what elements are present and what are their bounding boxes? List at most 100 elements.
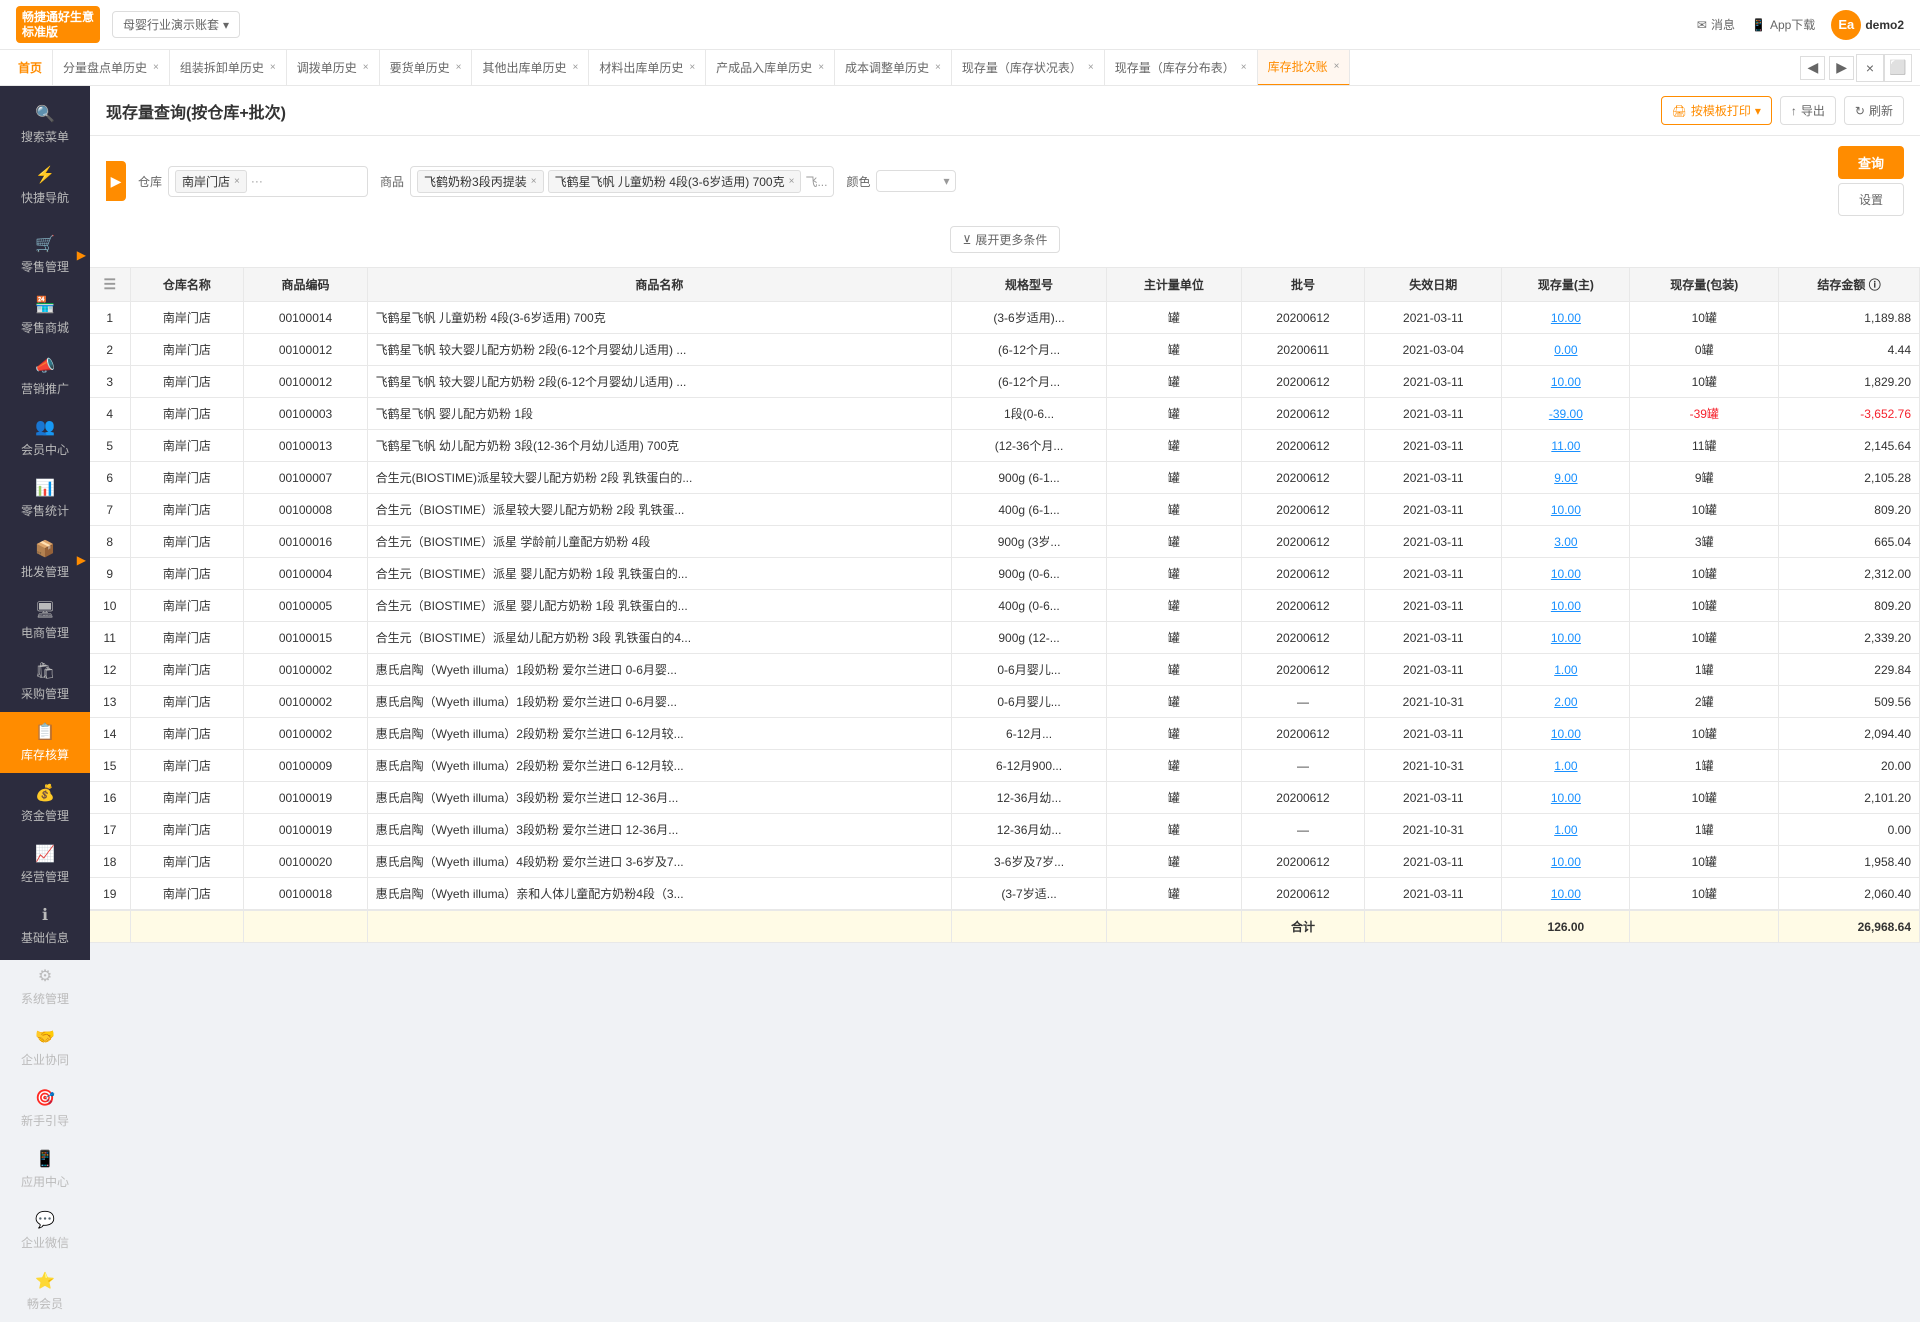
tab-close-qitaChuku[interactable]: ×: [572, 62, 578, 73]
sidebar-item-search[interactable]: 🔍 搜索菜单: [0, 94, 90, 155]
sidebar-item-marketing[interactable]: 📣 营销推广: [0, 346, 90, 407]
filter-expand-btn[interactable]: ▶: [106, 161, 126, 201]
sidebar-item-purchase[interactable]: 🛍 采购管理: [0, 651, 90, 712]
tab-cailiaoChuku[interactable]: 材料出库单历史 ×: [589, 50, 706, 86]
tab-close-fenpan[interactable]: ×: [153, 62, 159, 73]
tab-close-yaoHuo[interactable]: ×: [456, 62, 462, 73]
product-tag-2[interactable]: 飞鹤星飞帆 儿童奶粉 4段(3-6岁适用) 700克 ×: [548, 170, 802, 193]
cell-qty-main[interactable]: -39.00: [1502, 398, 1630, 430]
cell-qty-main[interactable]: 10.00: [1502, 718, 1630, 750]
sidebar-item-retail-mall[interactable]: 🏪 零售商城: [0, 285, 90, 346]
tab-xiancunKuZhuang[interactable]: 现存量（库存状况表）×: [952, 50, 1105, 86]
product-tag-1-remove[interactable]: ×: [531, 176, 537, 187]
cell-qty-main[interactable]: 10.00: [1502, 590, 1630, 622]
product-more[interactable]: 飞...: [805, 173, 827, 190]
tab-yaoHuo[interactable]: 要货单历史 ×: [380, 50, 473, 86]
sidebar-item-system[interactable]: ⚙ 系统管理: [0, 956, 90, 1017]
tab-close-cailiaoChuku[interactable]: ×: [689, 62, 695, 73]
tab-maximize-btn[interactable]: ⬜: [1884, 54, 1912, 82]
sidebar-item-wechat-work[interactable]: 💬 企业微信: [0, 1200, 90, 1261]
sidebar-item-newbie[interactable]: 🎯 新手引导: [0, 1078, 90, 1139]
sidebar-item-retail-mgmt[interactable]: 🛒 零售管理 ▶: [0, 224, 90, 285]
cell-qty-main[interactable]: 10.00: [1502, 366, 1630, 398]
app-download-btn[interactable]: 📱 App下载: [1751, 16, 1815, 33]
sidebar-item-retail-stats[interactable]: 📊 零售统计: [0, 468, 90, 529]
warehouse-more[interactable]: ···: [251, 174, 263, 188]
tab-diaoBo[interactable]: 调拨单历史 ×: [287, 50, 380, 86]
filter-area: ▶ 仓库 南岸门店 × ··· 商品: [90, 136, 1920, 268]
tab-chanChengPinRuku[interactable]: 产成品入库单历史 ×: [706, 50, 835, 86]
sidebar-item-app-center[interactable]: 📱 应用中心: [0, 1139, 90, 1200]
color-filter-select[interactable]: ▾: [876, 170, 956, 192]
sidebar-item-ecommerce[interactable]: 🖥 电商管理: [0, 590, 90, 651]
tab-home[interactable]: 首页: [8, 50, 53, 86]
tab-close-xiancunFenBu[interactable]: ×: [1241, 62, 1247, 73]
sidebar-item-basic-info[interactable]: ℹ 基础信息: [0, 895, 90, 956]
sidebar-item-vip[interactable]: ⭐ 畅会员: [0, 1261, 90, 1322]
product-tag-2-remove[interactable]: ×: [789, 176, 795, 187]
settings-btn[interactable]: 设置: [1838, 183, 1904, 216]
warehouse-tag-group[interactable]: 南岸门店 × ···: [168, 166, 368, 197]
sidebar-item-quicknav[interactable]: ⚡ 快捷导航: [0, 155, 90, 216]
sidebar-item-members[interactable]: 👥 会员中心: [0, 407, 90, 468]
cell-qty-main[interactable]: 11.00: [1502, 430, 1630, 462]
cell-qty-main[interactable]: 9.00: [1502, 462, 1630, 494]
query-btn[interactable]: 查询: [1838, 146, 1904, 179]
user-area[interactable]: Ea demo2: [1831, 10, 1904, 40]
tab-close-zuzhuang[interactable]: ×: [270, 62, 276, 73]
template-print-btn[interactable]: 🖨 按模板打印 ▾: [1661, 96, 1772, 125]
message-btn[interactable]: ✉ 消息: [1697, 16, 1735, 33]
cell-warehouse: 南岸门店: [130, 526, 244, 558]
tab-kucunPiCi[interactable]: 库存批次账 ×: [1258, 50, 1351, 86]
tab-chengBenTiaoZheng[interactable]: 成本调整单历史 ×: [835, 50, 952, 86]
product-tag-group[interactable]: 飞鹤奶粉3段丙提装 × 飞鹤星飞帆 儿童奶粉 4段(3-6岁适用) 700克 ×…: [410, 166, 834, 197]
cell-qty-main[interactable]: 10.00: [1502, 846, 1630, 878]
sidebar-item-finance[interactable]: 💰 资金管理: [0, 773, 90, 834]
cell-qty-main[interactable]: 10.00: [1502, 302, 1630, 334]
tab-close-diaoBo[interactable]: ×: [363, 62, 369, 73]
tab-zuzhuang[interactable]: 组装拆卸单历史 ×: [170, 50, 287, 86]
refresh-btn[interactable]: ↻ 刷新: [1844, 96, 1904, 125]
cell-batch: 20200612: [1241, 782, 1364, 814]
export-btn[interactable]: ↑ 导出: [1780, 96, 1836, 125]
cell-qty-main[interactable]: 10.00: [1502, 622, 1630, 654]
warehouse-tag-remove[interactable]: ×: [234, 176, 240, 187]
cell-warehouse: 南岸门店: [130, 590, 244, 622]
cell-qty-main[interactable]: 1.00: [1502, 750, 1630, 782]
tab-fenpan[interactable]: 分量盘点单历史 ×: [53, 50, 170, 86]
tab-next-btn[interactable]: ▶: [1829, 56, 1854, 80]
cell-qty-main[interactable]: 1.00: [1502, 654, 1630, 686]
footer-empty-5: [952, 910, 1107, 943]
tab-close-xiancunKuZhuang[interactable]: ×: [1088, 62, 1094, 73]
cell-qty-main[interactable]: 0.00: [1502, 334, 1630, 366]
expand-conditions-btn[interactable]: ⊻ 展开更多条件: [950, 226, 1061, 253]
cell-spec: 900g (12-...: [952, 622, 1107, 654]
cell-qty-main[interactable]: 10.00: [1502, 558, 1630, 590]
cell-qty-main[interactable]: 10.00: [1502, 782, 1630, 814]
cell-batch: 20200612: [1241, 430, 1364, 462]
table-settings-icon[interactable]: ☰: [103, 276, 116, 292]
tab-qitaChuku[interactable]: 其他出库单历史 ×: [472, 50, 589, 86]
tab-close-all-btn[interactable]: ×: [1856, 54, 1884, 82]
store-select[interactable]: 母婴行业演示账套 ▾: [112, 11, 240, 38]
cell-qty-main[interactable]: 10.00: [1502, 494, 1630, 526]
wholesale-icon: 📦: [35, 539, 55, 559]
sidebar-item-operations[interactable]: 📈 经营管理: [0, 834, 90, 895]
tab-close-kucunPiCi[interactable]: ×: [1334, 61, 1340, 72]
sidebar-item-wholesale[interactable]: 📦 批发管理 ▶: [0, 529, 90, 590]
cell-qty-main[interactable]: 10.00: [1502, 878, 1630, 911]
tab-close-chanChengPinRuku[interactable]: ×: [818, 62, 824, 73]
cell-qty-main[interactable]: 2.00: [1502, 686, 1630, 718]
warehouse-tag-nanan[interactable]: 南岸门店 ×: [175, 170, 247, 193]
col-settings[interactable]: ☰: [90, 268, 130, 302]
sidebar-label-purchase: 采购管理: [21, 685, 69, 702]
tab-close-chengBenTiaoZheng[interactable]: ×: [935, 62, 941, 73]
sidebar-item-corp-collab[interactable]: 🤝 企业协同: [0, 1017, 90, 1078]
cell-qty-main[interactable]: 3.00: [1502, 526, 1630, 558]
cell-warehouse: 南岸门店: [130, 430, 244, 462]
product-tag-1[interactable]: 飞鹤奶粉3段丙提装 ×: [417, 170, 544, 193]
tab-prev-btn[interactable]: ◀: [1800, 56, 1825, 80]
sidebar-item-inventory[interactable]: 📋 库存核算: [0, 712, 90, 773]
tab-xiancunFenBu[interactable]: 现存量（库存分布表）×: [1105, 50, 1258, 86]
cell-qty-main[interactable]: 1.00: [1502, 814, 1630, 846]
